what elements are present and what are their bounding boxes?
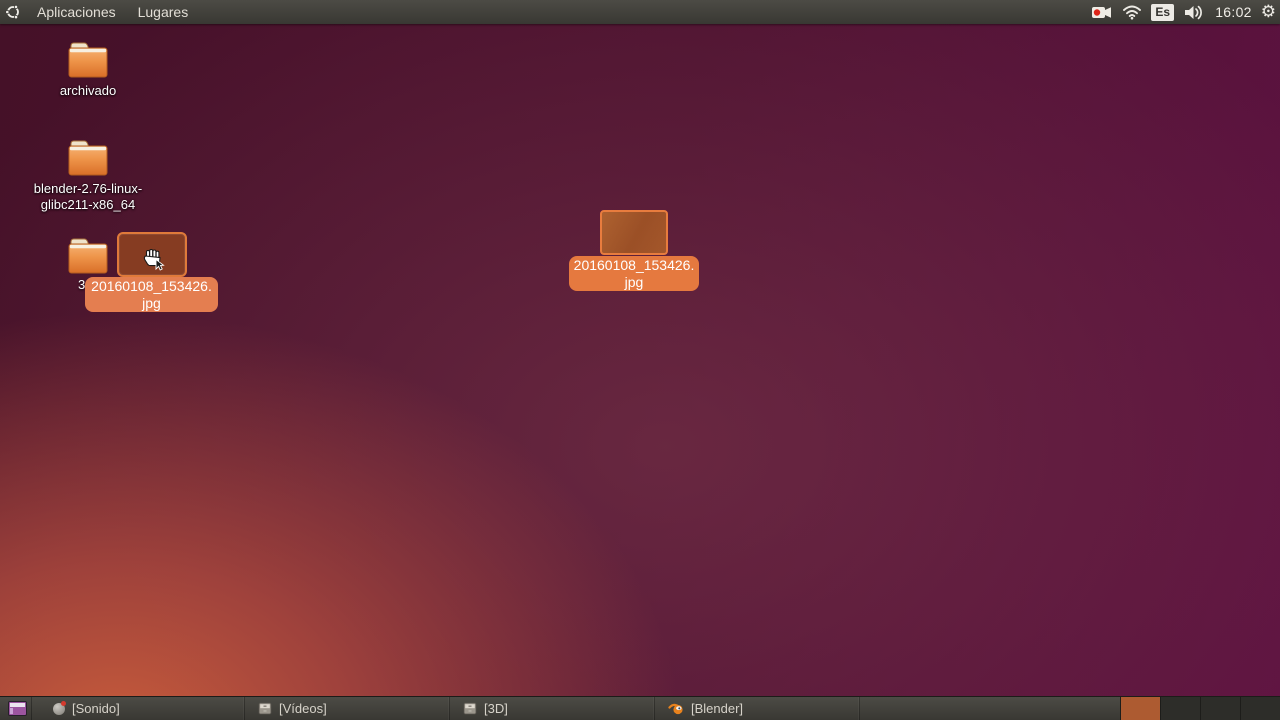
drag-cursor-icon	[143, 248, 165, 271]
workspace-3[interactable]	[1200, 697, 1240, 720]
folder-label: blender-2.76-linux- glibc211-x86_64	[33, 181, 143, 212]
show-desktop-icon	[8, 701, 27, 716]
window-list: [Sonido] [Vídeos] [3D] [Blender]	[40, 697, 860, 720]
image-thumbnail[interactable]	[600, 210, 668, 255]
folder-label: archivado	[59, 83, 117, 98]
window-button-3d[interactable]: [3D]	[450, 697, 655, 720]
wifi-icon[interactable]	[1122, 0, 1142, 24]
top-panel: Aplicaciones Lugares Es 16:02 ⚙	[0, 0, 1280, 24]
menu-lugares[interactable]: Lugares	[127, 0, 200, 24]
session-gear-icon[interactable]: ⚙	[1261, 0, 1276, 24]
menubar: Aplicaciones Lugares	[0, 0, 199, 24]
desktop-folder-archivado[interactable]: archivado	[16, 40, 160, 99]
sound-window-icon	[53, 700, 66, 715]
folder-icon	[68, 42, 108, 78]
window-button-label: [Blender]	[691, 701, 744, 716]
bottom-panel: [Sonido] [Vídeos] [3D] [Blender]	[0, 696, 1280, 720]
tray: Es 16:02 ⚙	[1091, 0, 1276, 24]
folder-icon	[68, 140, 108, 176]
blender-icon	[668, 703, 683, 715]
workspace-4[interactable]	[1240, 697, 1280, 720]
volume-icon[interactable]	[1183, 0, 1206, 24]
image-file-label: 20160108_153426. jpg	[569, 256, 699, 291]
window-button-blender[interactable]: [Blender]	[655, 697, 860, 720]
clock[interactable]: 16:02	[1215, 0, 1252, 24]
keyboard-layout-indicator[interactable]: Es	[1151, 3, 1175, 21]
drag-ghost-label: 20160108_153426. jpg	[85, 277, 218, 312]
window-button-label: [Sonido]	[72, 701, 120, 716]
show-desktop-button[interactable]	[4, 697, 32, 720]
folder-icon	[68, 238, 108, 274]
workspace-switcher	[1120, 697, 1280, 720]
workspace-2[interactable]	[1160, 697, 1200, 720]
window-button-label: [Vídeos]	[279, 701, 327, 716]
window-button-videos[interactable]: [Vídeos]	[245, 697, 450, 720]
desktop-folder-blender[interactable]: blender-2.76-linux- glibc211-x86_64	[16, 138, 160, 213]
window-button-label: [3D]	[484, 701, 508, 716]
file-manager-icon	[258, 702, 272, 715]
menu-aplicaciones[interactable]: Aplicaciones	[26, 0, 127, 24]
workspace-1[interactable]	[1120, 697, 1160, 720]
screen-recorder-icon[interactable]	[1091, 0, 1113, 24]
file-manager-icon	[463, 702, 477, 715]
window-button-sonido[interactable]: [Sonido]	[40, 697, 245, 720]
ubuntu-logo-icon[interactable]	[0, 0, 26, 24]
